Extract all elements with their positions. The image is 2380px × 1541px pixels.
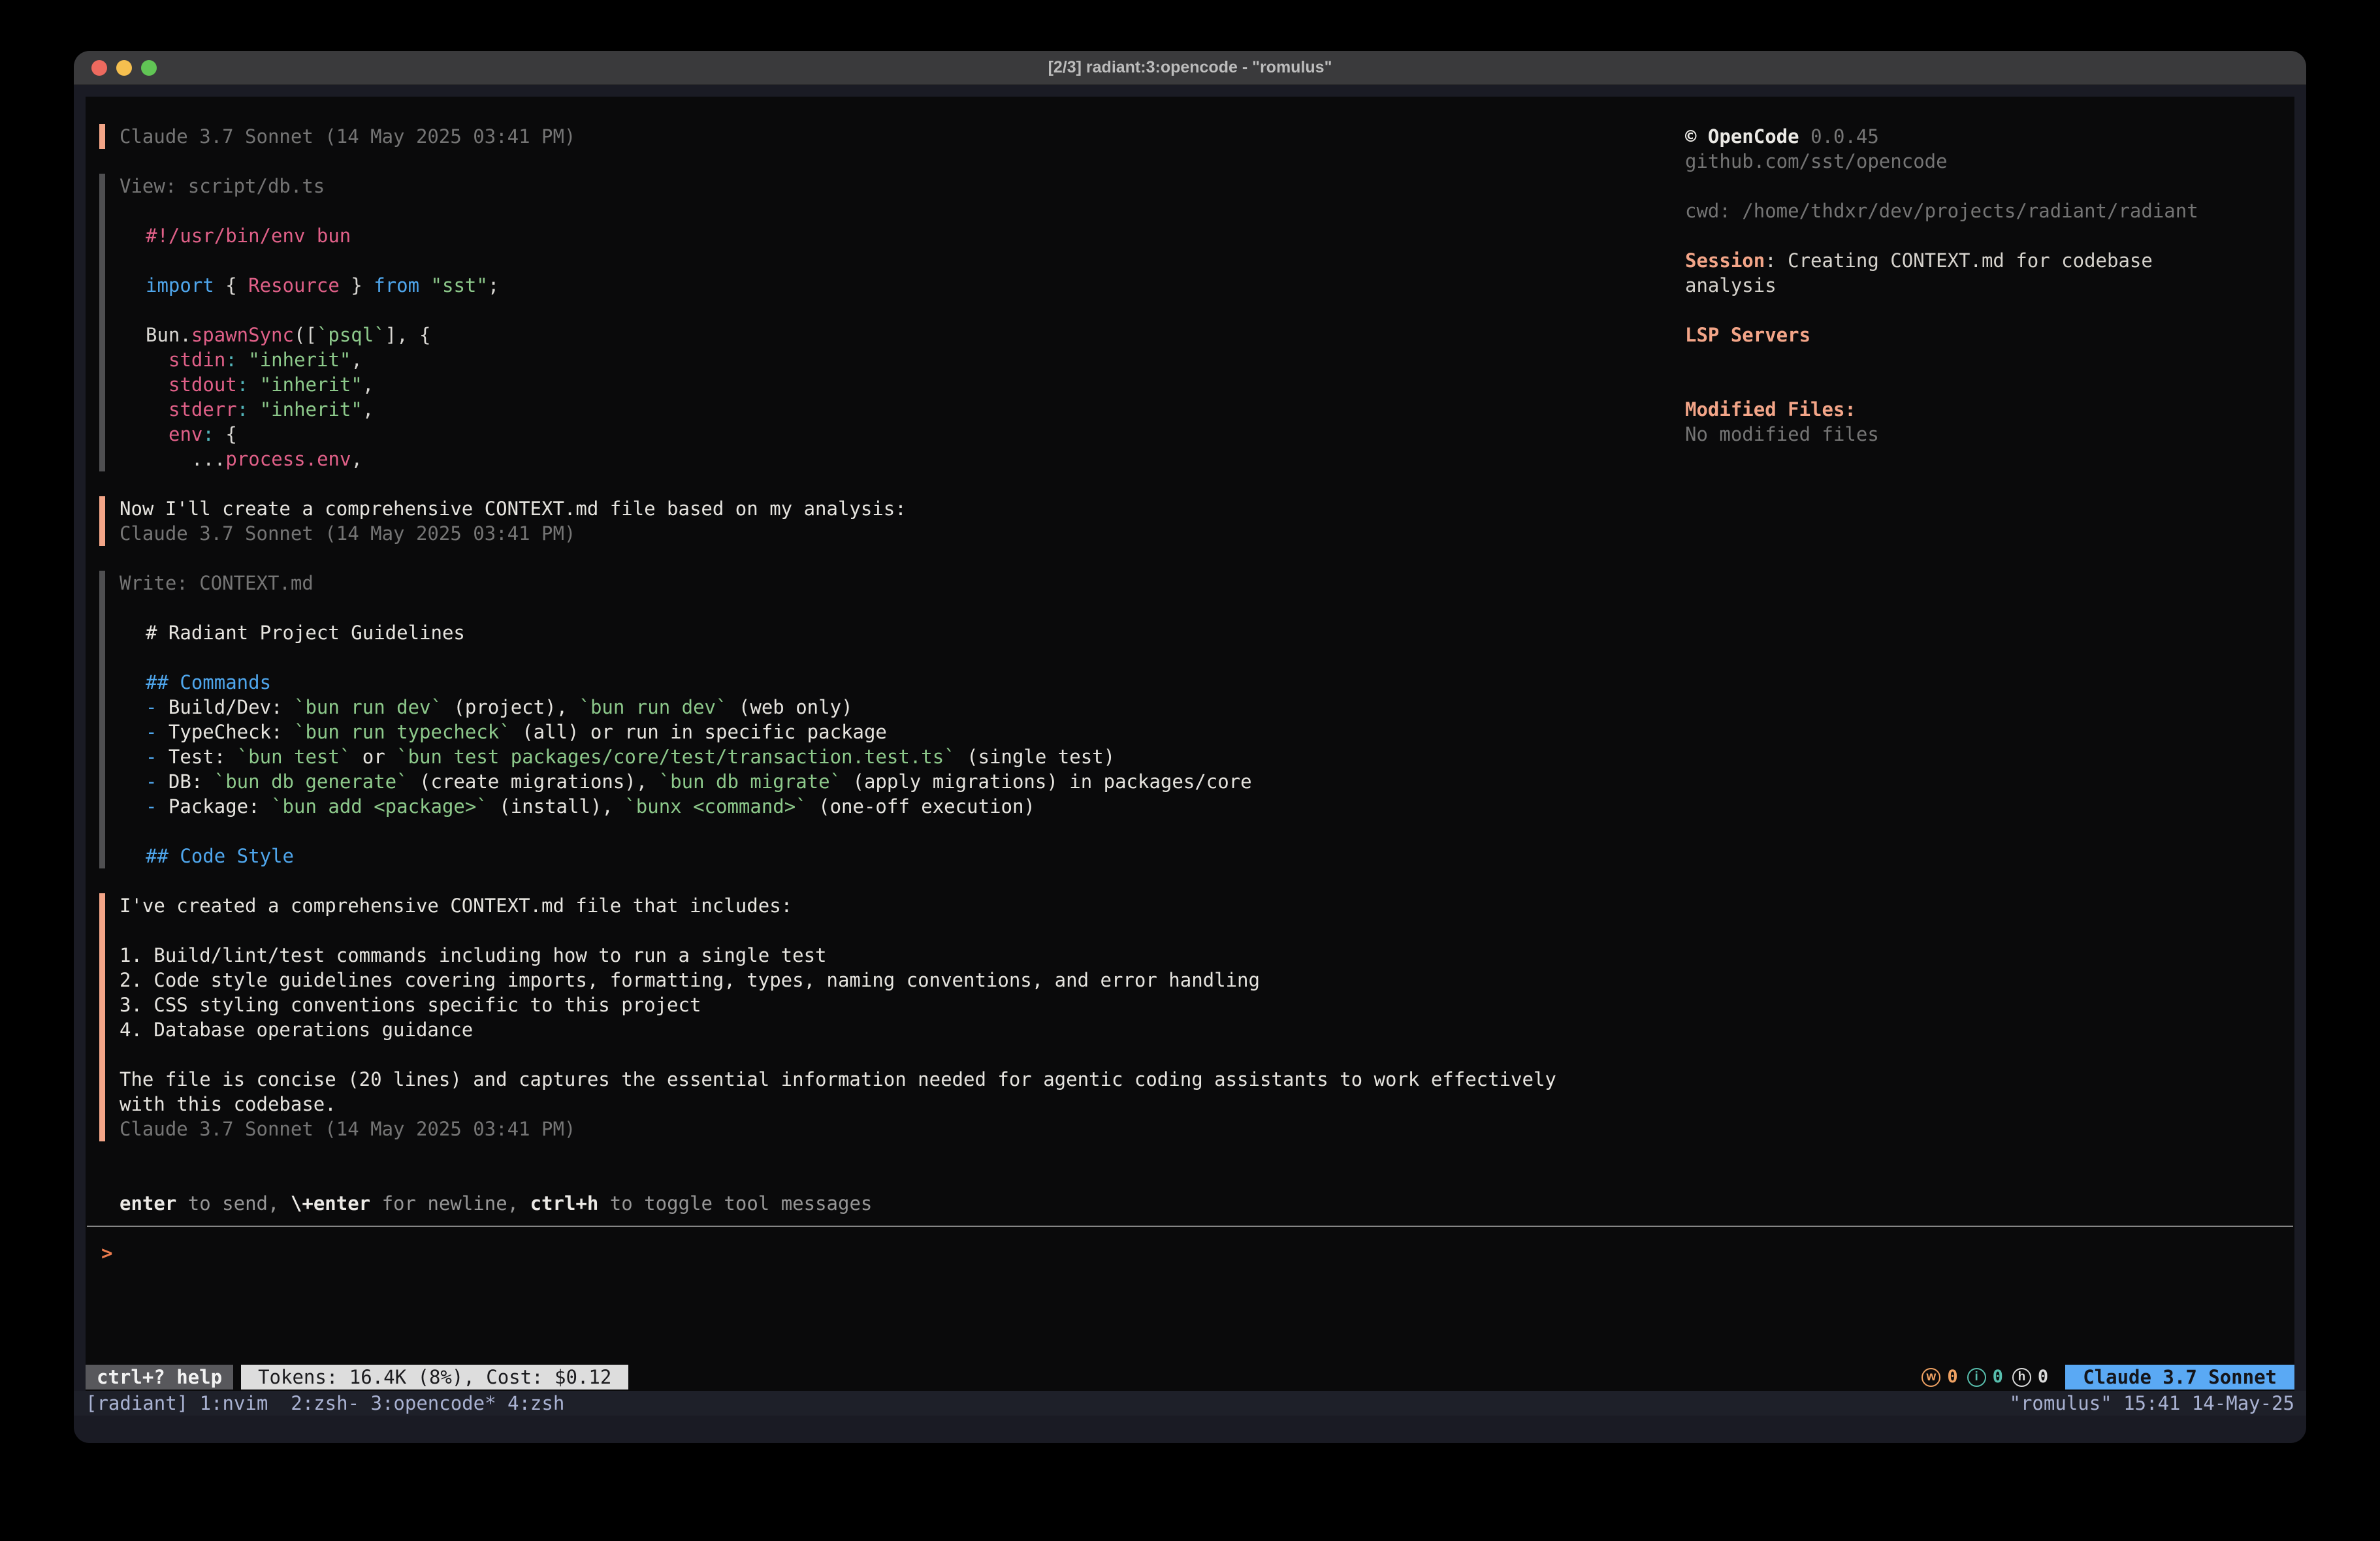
message-input[interactable]: > [86,1233,2294,1357]
tmux-status-bar: [radiant] 1:nvim 2:zsh- 3:opencode* 4:zs… [74,1391,2306,1416]
conversation-log: Claude 3.7 Sonnet (14 May 2025 03:41 PM)… [86,124,1556,1166]
chat-line: I've created a comprehensive CONTEXT.md … [120,893,1556,918]
chat-line: 4. Database operations guidance [120,1017,1556,1042]
panel-line: No modified files [1685,422,2299,447]
hints-icon: h [2012,1368,2031,1387]
window-title: [2/3] radiant:3:opencode - "romulus" [1048,58,1332,77]
panel-line [1685,347,2299,372]
info-count: 0 [1993,1365,2003,1390]
panel-line [1685,298,2299,323]
chat-line: # Radiant Project Guidelines [120,620,1556,645]
chat-line [120,645,1556,670]
chat-line [120,918,1556,943]
hints-count: 0 [2038,1365,2048,1390]
chat-line: - Package: `bun add <package>` (install)… [120,794,1556,819]
chat-line: Now I'll create a comprehensive CONTEXT.… [120,496,1556,521]
chat-line: - TypeCheck: `bun run typecheck` (all) o… [120,720,1556,744]
zoom-button-icon[interactable] [141,60,157,76]
diagnostic-warnings: w0 [1922,1365,1957,1390]
panel-line: Session: Creating CONTEXT.md for codebas… [1685,248,2299,273]
chat-line [120,596,1556,620]
warnings-count: 0 [1947,1365,1957,1390]
chat-line: 3. CSS styling conventions specific to t… [120,993,1556,1017]
chat-line: ## Commands [120,670,1556,695]
chat-line: Write: CONTEXT.md [120,571,1556,596]
diagnostic-info: i0 [1967,1365,2003,1390]
minimize-button-icon[interactable] [116,60,132,76]
window-controls [91,60,157,76]
assistant-message-block: I've created a comprehensive CONTEXT.md … [99,893,1556,1141]
chat-line: Claude 3.7 Sonnet (14 May 2025 03:41 PM) [120,1117,1556,1141]
panel-line [1685,372,2299,397]
chat-line: The file is concise (20 lines) and captu… [120,1067,1556,1092]
tool-write-block: Write: CONTEXT.md # Radiant Project Guide… [99,571,1556,868]
chat-line: ## Code Style [120,844,1556,868]
tool-view-block: View: script/db.ts #!/usr/bin/env bun impo… [99,174,1556,471]
chat-line: 2. Code style guidelines covering import… [120,968,1556,993]
chat-line: - DB: `bun db generate` (create migratio… [120,769,1556,794]
chat-line: import { Resource } from "sst"; [120,273,1556,298]
lsp-diagnostics: w0i0h0 [1922,1365,2048,1390]
chat-line: Claude 3.7 Sonnet (14 May 2025 03:41 PM) [120,124,1556,149]
chat-line [120,298,1556,323]
panel-line [1685,174,2299,199]
panel-line [1685,223,2299,248]
chat-line: with this codebase. [120,1092,1556,1117]
titlebar[interactable]: [2/3] radiant:3:opencode - "romulus" [74,51,2306,85]
chat-line: stderr: "inherit", [120,397,1556,422]
terminal-window: [2/3] radiant:3:opencode - "romulus" Cla… [74,51,2306,1443]
close-button-icon[interactable] [91,60,107,76]
panel-line: © OpenCode 0.0.45 [1685,124,2299,149]
model-chip[interactable]: Claude 3.7 Sonnet [2065,1365,2294,1390]
chat-line: stdout: "inherit", [120,372,1556,397]
panel-line: Modified Files: [1685,397,2299,422]
tmux-windows-list[interactable]: [radiant] 1:nvim 2:zsh- 3:opencode* 4:zs… [86,1392,564,1414]
chat-line: Bun.spawnSync([`psql`], { [120,323,1556,347]
info-icon: i [1967,1368,1986,1387]
tokens-cost-chip: Tokens: 16.4K (8%), Cost: $0.12 [241,1365,628,1390]
tmux-session-clock: "romulus" 15:41 14-May-25 [2010,1392,2295,1414]
assistant-message-block: Now I'll create a comprehensive CONTEXT.… [99,496,1556,546]
chat-line [120,819,1556,844]
help-shortcut-chip[interactable]: ctrl+? help [86,1365,233,1390]
keybind-help-line: enter to send, \+enter for newline, ctrl… [120,1191,872,1216]
assistant-message-block: Claude 3.7 Sonnet (14 May 2025 03:41 PM) [99,124,1556,149]
chat-line: View: script/db.ts [120,174,1556,199]
prompt-chevron-icon: > [101,1241,112,1265]
status-bar-spacer [628,1365,1922,1390]
chat-line: Claude 3.7 Sonnet (14 May 2025 03:41 PM) [120,521,1556,546]
chat-line [120,199,1556,223]
chat-line: stdin: "inherit", [120,347,1556,372]
panel-line: github.com/sst/opencode [1685,149,2299,174]
panel-line: LSP Servers [1685,323,2299,347]
chat-line [120,1042,1556,1067]
panel-line: cwd: /home/thdxr/dev/projects/radiant/ra… [1685,199,2299,223]
diagnostic-hints: h0 [2012,1365,2048,1390]
status-bar: ctrl+? help Tokens: 16.4K (8%), Cost: $0… [86,1365,2294,1390]
chat-line [120,248,1556,273]
session-info-panel: © OpenCode 0.0.45github.com/sst/opencode… [1685,124,2299,447]
input-divider [87,1226,2293,1227]
chat-line: #!/usr/bin/env bun [120,223,1556,248]
chat-line: ...process.env, [120,447,1556,471]
chat-line: 1. Build/lint/test commands including ho… [120,943,1556,968]
chat-line: - Build/Dev: `bun run dev` (project), `b… [120,695,1556,720]
panel-line: analysis [1685,273,2299,298]
chat-line: env: { [120,422,1556,447]
opencode-tui: Claude 3.7 Sonnet (14 May 2025 03:41 PM)… [86,97,2294,1391]
chat-line: - Test: `bun test` or `bun test packages… [120,744,1556,769]
warnings-icon: w [1922,1368,1940,1387]
